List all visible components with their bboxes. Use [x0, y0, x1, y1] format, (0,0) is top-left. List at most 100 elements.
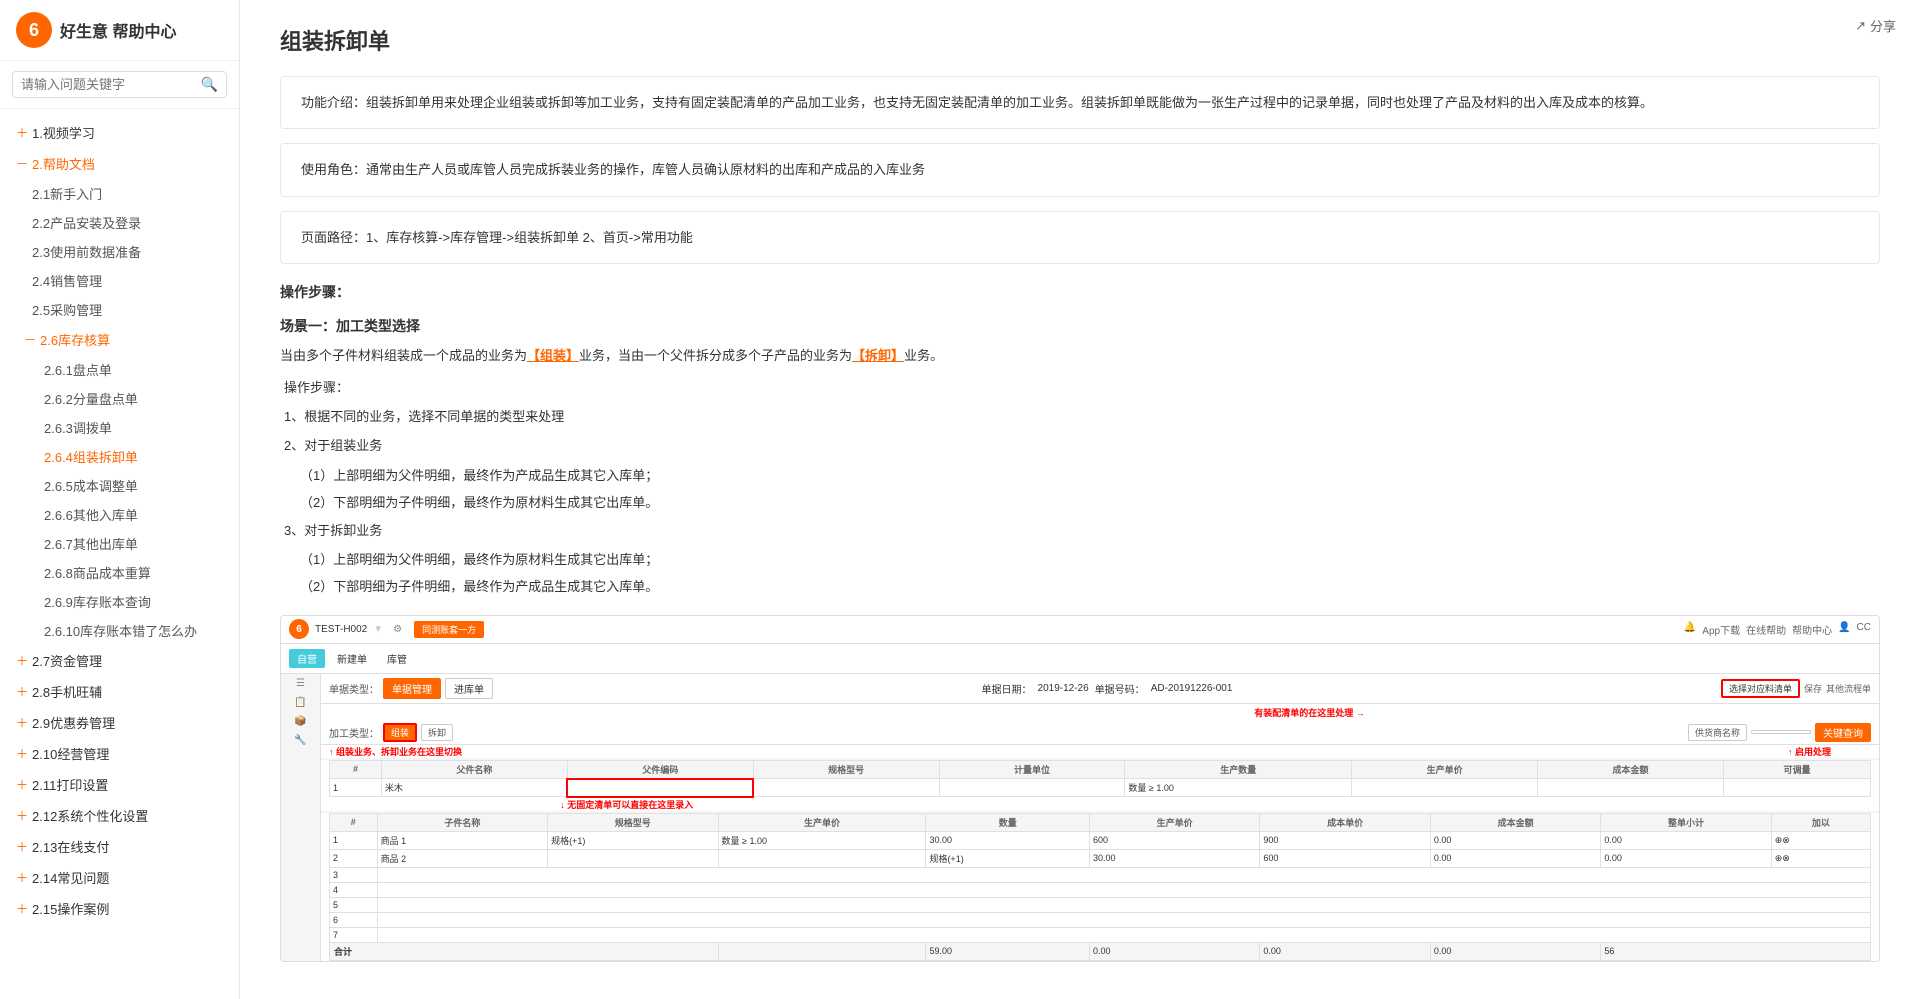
sidebar-item-inventory[interactable]: － 2.6库存核算 [0, 324, 239, 355]
mock-btn-disassembly[interactable]: 进库单 [445, 678, 493, 699]
annotation-enable: ↑ 启用处理 [1788, 745, 1831, 758]
sidebar-item-faq[interactable]: ＋ 2.14常见问题 [0, 862, 239, 893]
sidebar-item-online-pay[interactable]: ＋ 2.13在线支付 [0, 831, 239, 862]
plus-icon: ＋ [16, 838, 28, 855]
mock-tab-new[interactable]: 新建单 [329, 649, 375, 668]
mock-disassembly-btn[interactable]: 拆卸 [421, 724, 453, 741]
mock-th-cost: 成本金额 [1538, 760, 1724, 779]
mock-date-value: 2019-12-26 [1038, 683, 1089, 694]
sidebar-item-finance[interactable]: ＋ 2.7资金管理 [0, 645, 239, 676]
sidebar-item-transfer[interactable]: 2.6.3调拨单 [0, 413, 239, 442]
mock-top-icons: 🔔 App下载 在线帮助 帮助中心 👤 CC [1684, 622, 1871, 637]
sidebar-item-settings[interactable]: ＋ 2.12系统个性化设置 [0, 800, 239, 831]
sidebar-item-coupon[interactable]: ＋ 2.9优惠券管理 [0, 707, 239, 738]
mock-type-switch-row: 加工类型： 组装 拆卸 供货商名称 关键查询 [321, 721, 1879, 745]
mock-lower-td-5: 5 [330, 897, 378, 912]
assembly-link[interactable]: 【组装】 [527, 348, 579, 363]
mock-tab-self[interactable]: 自营 [289, 649, 325, 668]
search-input[interactable] [21, 77, 201, 92]
sidebar-item-label: 2.13在线支付 [32, 837, 109, 856]
sidebar-item-help-docs[interactable]: － 2.帮助文档 [0, 148, 239, 179]
mock-btn-assembly[interactable]: 单据管理 [383, 678, 441, 699]
search-box[interactable]: 🔍 [12, 71, 227, 98]
sidebar-item-label: 2.10经营管理 [32, 744, 109, 763]
page-title: 组装拆卸单 [280, 24, 1880, 56]
mock-date-label: 单据日期： [982, 681, 1032, 696]
plus-icon: ＋ [16, 652, 28, 669]
mock-help-center-icon: 帮助中心 [1792, 622, 1832, 637]
mock-left-sidebar: ☰ 📋 📦 🔧 [281, 674, 321, 961]
sidebar-item-stocktake[interactable]: 2.6.1盘点单 [0, 355, 239, 384]
mock-td-cost1 [1538, 779, 1724, 797]
sidebar-item-video-learning[interactable]: ＋ 1.视频学习 [0, 117, 239, 148]
mock-lower-td-6: 6 [330, 912, 378, 927]
mock-store-name: TEST-H002 [315, 624, 367, 635]
share-label: 分享 [1870, 16, 1896, 35]
mock-bom-btn[interactable]: 选择对应料清单 [1721, 679, 1800, 698]
mock-sidebar-icon4: 🔧 [281, 731, 320, 750]
sidebar-item-cost-recalc[interactable]: 2.6.8商品成本重算 [0, 558, 239, 587]
sidebar-item-sales[interactable]: 2.4销售管理 [0, 266, 239, 295]
mock-ui: 6 TEST-H002 ▼ ⚙ 同测账套一方 🔔 App下载 在线帮助 帮助中心… [281, 616, 1879, 961]
sidebar-item-purchase[interactable]: 2.5采购管理 [0, 295, 239, 324]
sidebar-item-split-stocktake[interactable]: 2.6.2分量盘点单 [0, 384, 239, 413]
sidebar-item-ledger-fix[interactable]: 2.6.10库存账本错了怎么办 [0, 616, 239, 645]
step-1: 1、根据不同的业务，选择不同单据的类型来处理 [280, 405, 1880, 428]
mock-lower-td-cprice1: 900 [1260, 831, 1430, 849]
mock-search-input[interactable] [1751, 730, 1811, 734]
sidebar-item-cases[interactable]: ＋ 2.15操作案例 [0, 893, 239, 924]
mock-type-label: 单据类型： [329, 681, 379, 696]
mock-lower-th-num: # [330, 813, 378, 831]
mock-th-spec: 规格型号 [753, 760, 939, 779]
sidebar-item-print[interactable]: ＋ 2.11打印设置 [0, 769, 239, 800]
mock-assembly-active[interactable]: 组装 [383, 723, 417, 742]
main-content: ↗ 分享 组装拆卸单 功能介绍：组装拆卸单用来处理企业组装或拆卸等加工业务，支持… [240, 0, 1920, 999]
mock-lower-td-2: 2 [330, 849, 378, 867]
mock-type-btns: 单据类型： 单据管理 进库单 [329, 678, 493, 699]
sidebar-item-label: 2.11打印设置 [32, 775, 108, 794]
mock-sidebar-icon1: ☰ [281, 674, 320, 693]
mock-user-label: CC [1857, 622, 1871, 637]
mock-search-btn[interactable]: 关键查询 [1815, 723, 1871, 742]
disassembly-link[interactable]: 【拆卸】 [852, 348, 904, 363]
sidebar-item-newbie[interactable]: 2.1新手入门 [0, 179, 239, 208]
sidebar-item-ledger-query[interactable]: 2.6.9库存账本查询 [0, 587, 239, 616]
mock-lower-td-3: 3 [330, 867, 378, 882]
mock-app-icon: App下载 [1702, 622, 1740, 637]
mock-lower-td-4: 4 [330, 882, 378, 897]
mock-lower-td-empty7 [377, 927, 1870, 942]
search-icon[interactable]: 🔍 [201, 76, 218, 93]
sidebar-item-assembly[interactable]: 2.6.4组装拆卸单 [0, 442, 239, 471]
sidebar-item-other-in[interactable]: 2.6.6其他入库单 [0, 500, 239, 529]
mock-upper-table-wrap: # 父件名称 父件编码 规格型号 计量单位 生产数量 生产单价 成本金额 可调量 [321, 760, 1879, 798]
mock-orange-btn[interactable]: 同测账套一方 [414, 621, 484, 638]
search-area: 🔍 [0, 61, 239, 109]
nav-tree: ＋ 1.视频学习 － 2.帮助文档 2.1新手入门 2.2产品安装及登录 2.3… [0, 109, 239, 999]
mock-footer-0: 0.00 [1089, 942, 1259, 960]
share-button[interactable]: ↗ 分享 [1855, 16, 1896, 35]
mock-td-avail1 [1723, 779, 1870, 797]
mock-bom-input[interactable]: 供货商名称 [1688, 724, 1747, 741]
sidebar-item-label: 1.视频学习 [32, 123, 95, 142]
mock-save-btn[interactable]: 保存 [1804, 682, 1822, 695]
sidebar-item-data-prep[interactable]: 2.3使用前数据准备 [0, 237, 239, 266]
mock-switch-btns: 加工类型： 组装 拆卸 [329, 723, 453, 742]
sidebar-item-cost-adjust[interactable]: 2.6.5成本调整单 [0, 471, 239, 500]
mock-other-btns[interactable]: 其他流程单 [1826, 682, 1871, 695]
sidebar-item-other-out[interactable]: 2.6.7其他出库单 [0, 529, 239, 558]
mock-td-name1: 米木 [381, 779, 567, 797]
mock-td-qty1: 数量 ≥ 1.00 [1125, 779, 1352, 797]
mock-footer-label: 合计 [330, 942, 719, 960]
annotation-no-bom: ↓ 无固定清单可以直接在这里录入 [560, 800, 693, 810]
step-ops-title: 操作步骤： [280, 376, 1880, 399]
mock-footer-56: 56 [1601, 942, 1871, 960]
mock-sidebar-icon3: 📦 [281, 712, 320, 731]
mock-bell-icon: 🔔 [1684, 622, 1696, 637]
sidebar-item-install[interactable]: 2.2产品安装及登录 [0, 208, 239, 237]
sidebar-item-mobile[interactable]: ＋ 2.8手机旺辅 [0, 676, 239, 707]
mock-tab-wm[interactable]: 库管 [379, 649, 415, 668]
sidebar-item-ops[interactable]: ＋ 2.10经营管理 [0, 738, 239, 769]
scenario1-title: 场景一：加工类型选择 [280, 316, 1880, 336]
mock-lower-td-empty5 [377, 897, 1870, 912]
mock-upper-table: # 父件名称 父件编码 规格型号 计量单位 生产数量 生产单价 成本金额 可调量 [329, 760, 1871, 798]
